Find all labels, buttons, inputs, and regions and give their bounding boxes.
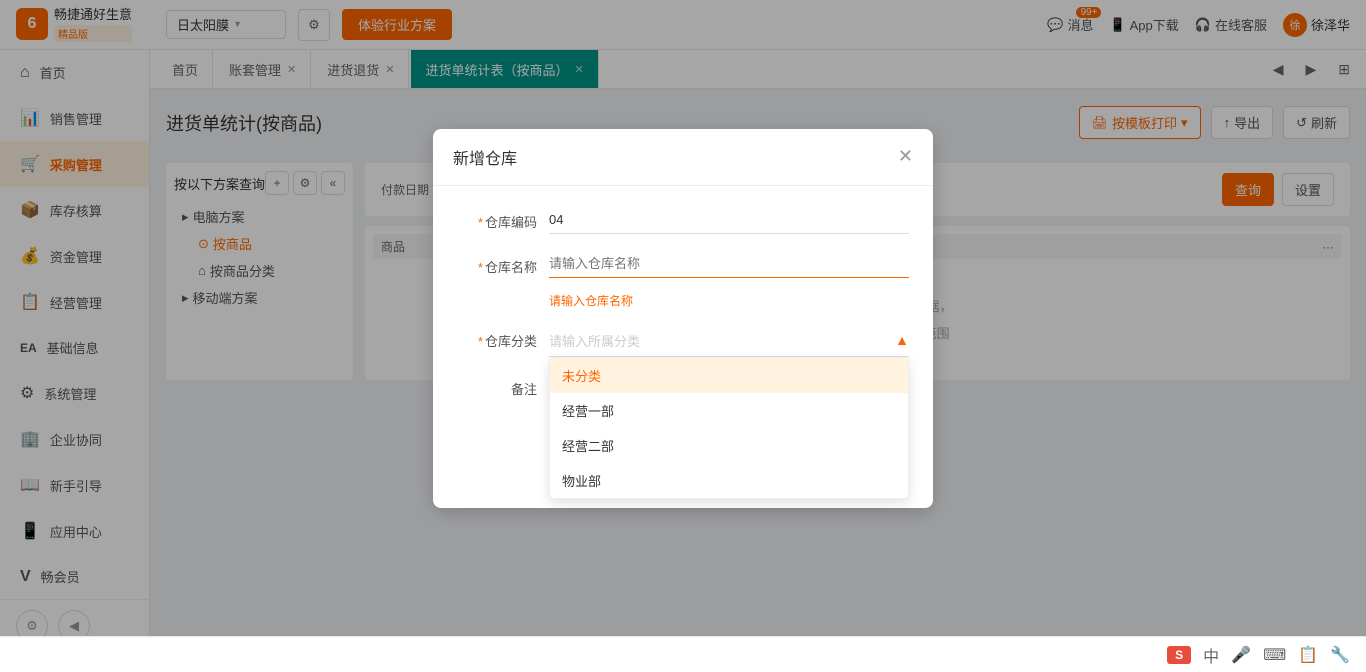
- form-row-code: 仓库编码: [457, 206, 909, 234]
- code-label: 仓库编码: [457, 206, 537, 231]
- bottom-settings-icon[interactable]: 🔧: [1330, 645, 1350, 665]
- bottom-s-icon: S: [1167, 646, 1191, 664]
- dropdown-item-property[interactable]: 物业部: [550, 463, 908, 498]
- dropdown-item-uncategorized[interactable]: 未分类: [550, 358, 908, 393]
- form-row-category: 仓库分类 请输入所属分类 ▲ 未分类 经营一部 经营二部 物业部: [457, 325, 909, 357]
- category-placeholder: 请输入所属分类: [549, 331, 640, 350]
- dialog-header: 新增仓库 ✕: [433, 129, 933, 186]
- name-input[interactable]: [549, 250, 909, 278]
- note-label: 备注: [457, 373, 537, 398]
- name-label: 仓库名称: [457, 251, 537, 276]
- dialog-body: 仓库编码 仓库名称 请输入仓库名称 仓库分类 请输入所属分类 ▲: [433, 186, 933, 449]
- category-dropdown: 未分类 经营一部 经营二部 物业部: [549, 357, 909, 499]
- bottom-clipboard-icon[interactable]: 📋: [1298, 645, 1318, 665]
- bottom-mic-icon[interactable]: 🎤: [1231, 645, 1251, 665]
- bottom-bar: S 中 🎤 ⌨ 📋 🔧: [0, 636, 1366, 672]
- form-row-name: 仓库名称 请输入仓库名称: [457, 250, 909, 309]
- new-warehouse-dialog: 新增仓库 ✕ 仓库编码 仓库名称 请输入仓库名称 仓库分类 请输入所属分类: [433, 129, 933, 508]
- dialog-title: 新增仓库: [453, 145, 517, 169]
- category-select[interactable]: 请输入所属分类 ▲: [549, 325, 909, 357]
- category-label: 仓库分类: [457, 325, 537, 350]
- dropdown-item-dept1[interactable]: 经营一部: [550, 393, 908, 428]
- code-input[interactable]: [549, 206, 909, 234]
- bottom-zh-icon[interactable]: 中: [1203, 643, 1219, 667]
- dialog-close-button[interactable]: ✕: [898, 146, 913, 167]
- dropdown-item-dept2[interactable]: 经营二部: [550, 428, 908, 463]
- category-chevron-icon: ▲: [895, 332, 909, 348]
- name-error-msg: 请输入仓库名称: [549, 292, 633, 309]
- dialog-overlay: 新增仓库 ✕ 仓库编码 仓库名称 请输入仓库名称 仓库分类 请输入所属分类: [0, 0, 1366, 636]
- bottom-keyboard-icon[interactable]: ⌨: [1263, 645, 1286, 665]
